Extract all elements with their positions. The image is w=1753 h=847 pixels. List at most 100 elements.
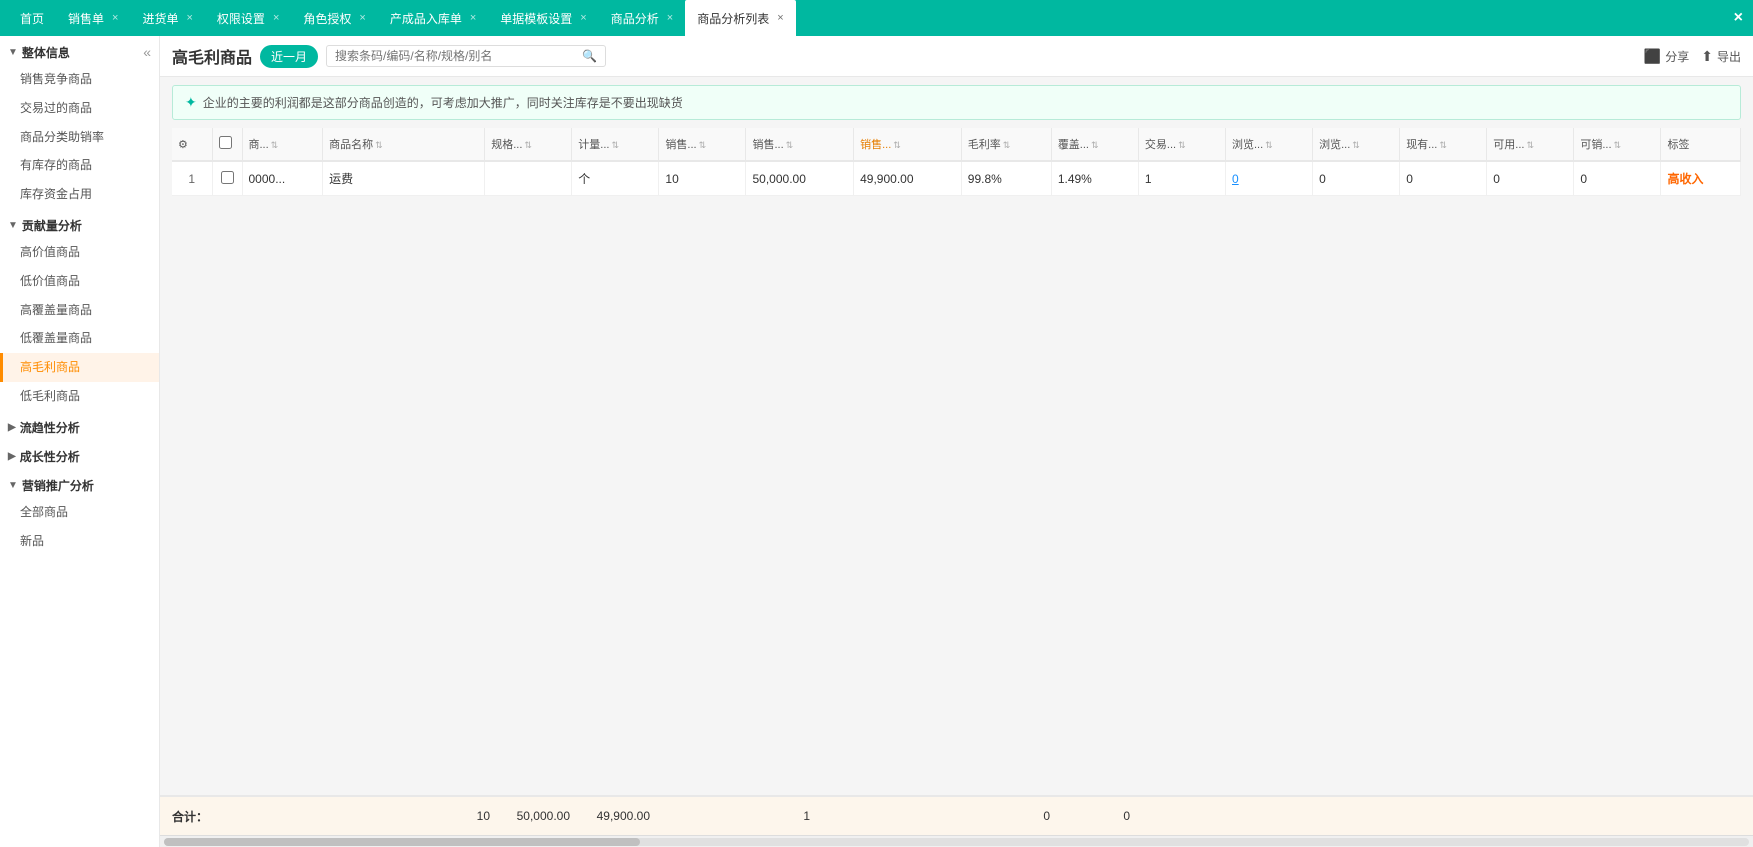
footer-spacer4 (896, 812, 976, 820)
sidebar-item-high-value[interactable]: 高价值商品 (0, 238, 159, 267)
sidebar: « ▼ 整体信息 销售竞争商品 交易过的商品 商品分类助销率 有库存的商品 库存… (0, 36, 160, 847)
search-input[interactable] (335, 49, 578, 63)
sidebar-item-high-margin[interactable]: 高毛利商品 (0, 353, 159, 382)
select-all-checkbox[interactable] (219, 136, 232, 149)
sidebar-group-marketing[interactable]: ▼ 营销推广分析 (0, 469, 159, 498)
cell-sales-qty: 10 (659, 161, 746, 196)
filter-month-button[interactable]: 近一月 (260, 45, 318, 68)
close-icon[interactable]: × (777, 12, 783, 24)
nav-item-purchase[interactable]: 进货单 × (130, 0, 204, 36)
close-icon[interactable]: × (186, 12, 192, 24)
cell-code: 0000... (242, 161, 323, 196)
sidebar-item-all-products[interactable]: 全部商品 (0, 498, 159, 527)
sidebar-group-contribution[interactable]: ▼ 贡献量分析 (0, 209, 159, 238)
page-title: 高毛利商品 (172, 44, 252, 68)
col-name: 商品名称⇅ (323, 128, 485, 161)
footer-transactions: 1 (736, 805, 816, 827)
export-button[interactable]: ⬆ 导出 (1701, 48, 1741, 65)
info-icon: ✦ (185, 94, 197, 111)
data-table: ⚙ 商...⇅ 商品名称⇅ 规格...⇅ 计量...⇅ 销售...⇅ 销售...… (172, 128, 1741, 196)
cell-saleable: 0 (1574, 161, 1661, 196)
col-checkbox (212, 128, 242, 161)
col-settings[interactable]: ⚙ (172, 128, 212, 161)
table-footer: 合计： 10 50,000.00 49,900.00 1 0 0 (160, 795, 1753, 835)
close-icon[interactable]: × (359, 12, 365, 24)
nav-item-analytics-list[interactable]: 商品分析列表 × (685, 0, 795, 36)
sidebar-item-low-margin[interactable]: 低毛利商品 (0, 382, 159, 411)
scroll-thumb[interactable] (164, 838, 640, 846)
col-browse-pv: 浏览...⇅ (1313, 128, 1400, 161)
nav-item-roles[interactable]: 角色授权 × (291, 0, 377, 36)
sidebar-item-low-coverage[interactable]: 低覆盖量商品 (0, 324, 159, 353)
cell-sales-amt: 50,000.00 (746, 161, 854, 196)
cell-gross-rate: 99.8% (961, 161, 1051, 196)
cell-transactions: 1 (1138, 161, 1225, 196)
header-actions: ⬛ 分享 ⬆ 导出 (1644, 48, 1741, 65)
sidebar-group-overall[interactable]: ▼ 整体信息 (0, 36, 159, 65)
footer-cells: 10 50,000.00 49,900.00 1 0 0 (216, 805, 1741, 827)
cell-stock: 0 (1400, 161, 1487, 196)
footer-avail: 0 (1056, 805, 1136, 827)
table-container: ⚙ 商...⇅ 商品名称⇅ 规格...⇅ 计量...⇅ 销售...⇅ 销售...… (160, 128, 1753, 795)
cell-spec (485, 161, 572, 196)
content-header: 高毛利商品 近一月 🔍 ⬛ 分享 ⬆ 导出 (160, 36, 1753, 77)
sidebar-item-new-products[interactable]: 新品 (0, 527, 159, 556)
col-transactions: 交易...⇅ (1138, 128, 1225, 161)
cell-tag: 高收入 (1661, 161, 1741, 196)
nav-item-sales[interactable]: 销售单 × (56, 0, 130, 36)
share-button[interactable]: ⬛ 分享 (1644, 48, 1689, 65)
footer-sales-cost: 49,900.00 (576, 805, 656, 827)
sidebar-item-sales-compete[interactable]: 销售竞争商品 (0, 65, 159, 94)
chevron-down-icon: ▼ (8, 47, 18, 58)
sidebar-group-growth[interactable]: ▶ 成长性分析 (0, 440, 159, 469)
search-icon[interactable]: 🔍 (582, 49, 597, 63)
top-nav: 首页 销售单 × 进货单 × 权限设置 × 角色授权 × 产成品入库单 × 单据… (0, 0, 1753, 36)
sidebar-item-in-stock[interactable]: 有库存的商品 (0, 151, 159, 180)
main-layout: « ▼ 整体信息 销售竞争商品 交易过的商品 商品分类助销率 有库存的商品 库存… (0, 36, 1753, 847)
footer-sales-qty: 10 (416, 805, 496, 827)
sidebar-item-low-value[interactable]: 低价值商品 (0, 267, 159, 296)
horizontal-scrollbar[interactable] (160, 835, 1753, 847)
nav-item-template[interactable]: 单据模板设置 × (488, 0, 598, 36)
cell-unit: 个 (572, 161, 659, 196)
footer-label: 合计： (172, 808, 208, 825)
col-code: 商...⇅ (242, 128, 323, 161)
cell-avail: 0 (1487, 161, 1574, 196)
col-tag: 标签 (1661, 128, 1741, 161)
chevron-right-icon: ▶ (8, 451, 16, 462)
cell-num: 1 (172, 161, 212, 196)
share-icon: ⬛ (1644, 48, 1661, 65)
sidebar-item-stock-capital[interactable]: 库存资金占用 (0, 180, 159, 209)
close-icon[interactable]: × (273, 12, 279, 24)
table-header-row: ⚙ 商...⇅ 商品名称⇅ 规格...⇅ 计量...⇅ 销售...⇅ 销售...… (172, 128, 1741, 161)
col-gross-rate: 毛利率⇅ (961, 128, 1051, 161)
close-icon[interactable]: × (580, 12, 586, 24)
nav-item-warehousing[interactable]: 产成品入库单 × (378, 0, 488, 36)
close-icon[interactable]: × (470, 12, 476, 24)
col-sales-qty: 销售...⇅ (659, 128, 746, 161)
cell-name: 运费 (323, 161, 485, 196)
table-row: 1 0000... 运费 个 10 50,000.00 49,900.00 99… (172, 161, 1741, 196)
footer-sales-amt: 50,000.00 (496, 805, 576, 827)
sidebar-item-high-coverage[interactable]: 高覆盖量商品 (0, 296, 159, 325)
export-icon: ⬆ (1701, 48, 1713, 65)
sidebar-group-trend[interactable]: ▶ 流趋性分析 (0, 411, 159, 440)
col-browse-uv: 浏览...⇅ (1226, 128, 1313, 161)
sidebar-item-traded[interactable]: 交易过的商品 (0, 94, 159, 123)
footer-spacer (216, 812, 416, 820)
close-icon[interactable]: × (667, 12, 673, 24)
close-all-button[interactable]: × (1734, 9, 1743, 27)
cell-browse-uv[interactable]: 0 (1226, 161, 1313, 196)
nav-item-home[interactable]: 首页 (8, 0, 56, 36)
cell-sales-cost: 49,900.00 (854, 161, 962, 196)
sidebar-collapse-button[interactable]: « (143, 44, 151, 60)
nav-item-analytics[interactable]: 商品分析 × (599, 0, 685, 36)
col-sales-cost: 销售...⇅ (854, 128, 962, 161)
col-sales-amt: 销售...⇅ (746, 128, 854, 161)
close-icon[interactable]: × (112, 12, 118, 24)
nav-item-permissions[interactable]: 权限设置 × (205, 0, 291, 36)
sidebar-item-category-rate[interactable]: 商品分类助销率 (0, 123, 159, 152)
row-checkbox[interactable] (221, 171, 234, 184)
chevron-down-icon: ▼ (8, 480, 18, 491)
scroll-track (164, 838, 1749, 846)
